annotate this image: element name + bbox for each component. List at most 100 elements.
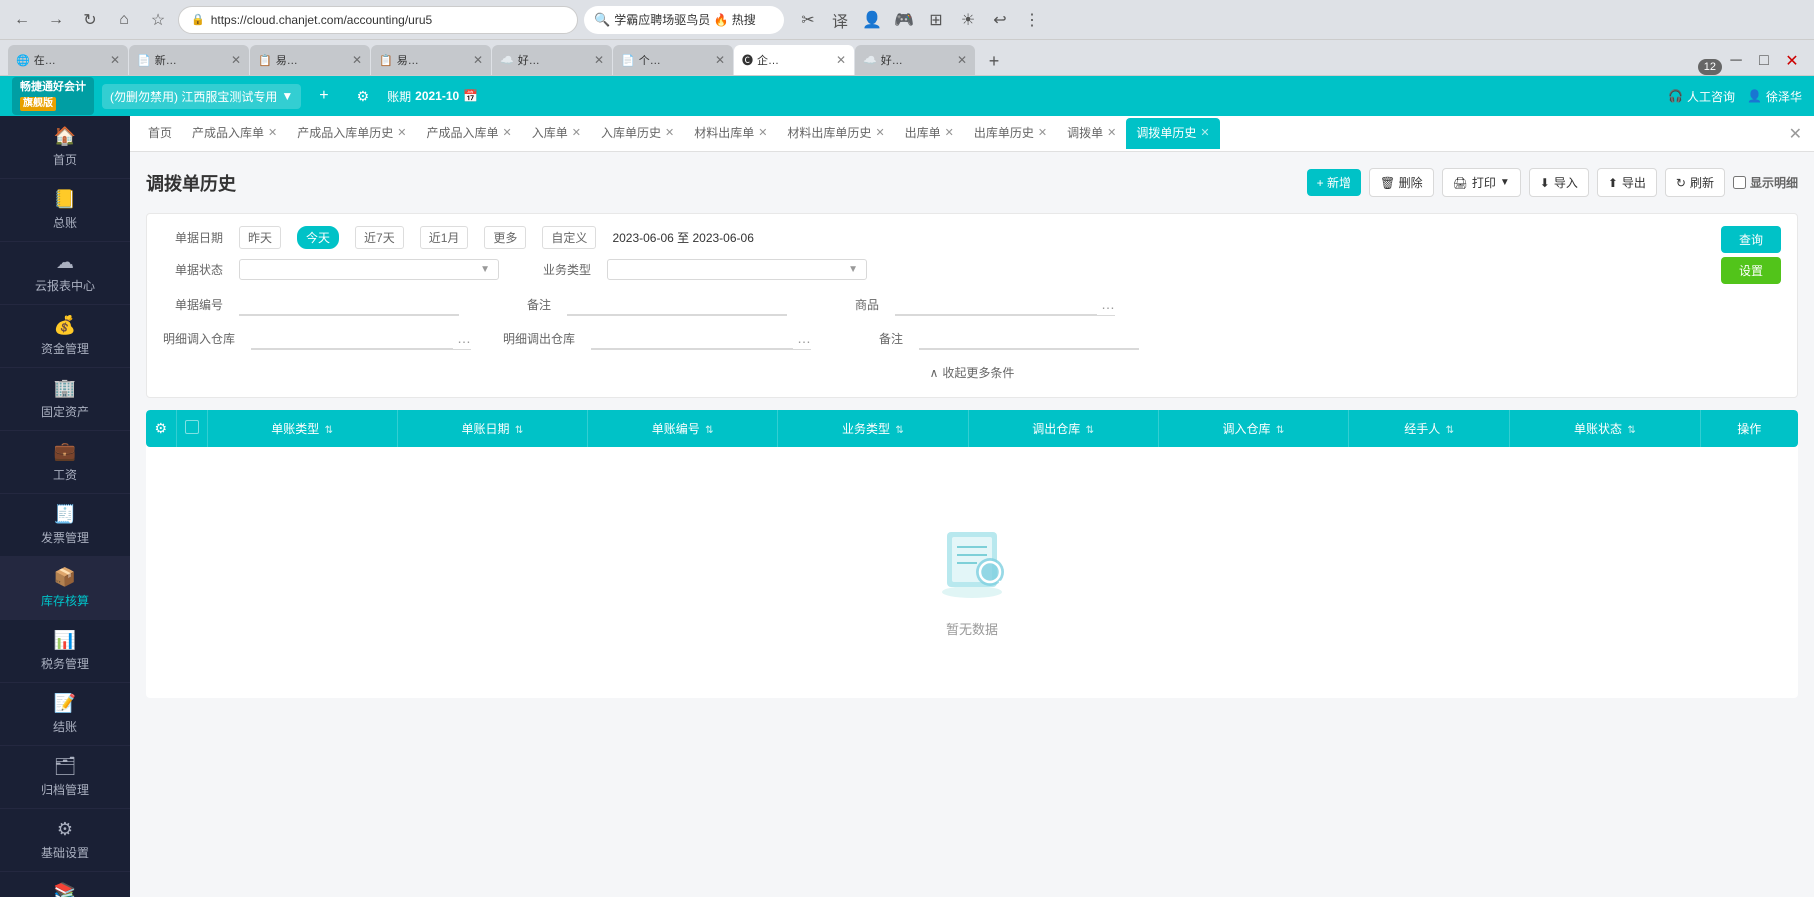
tab-close-transfer-history[interactable]: ✕ bbox=[1200, 126, 1209, 139]
tab-close-product-in-history[interactable]: ✕ bbox=[397, 126, 406, 139]
settings-gear-button[interactable]: ⚙ bbox=[347, 83, 380, 110]
sidebar-item-asset[interactable]: 🏢 固定资产 bbox=[0, 368, 130, 431]
tab-product-in-history[interactable]: 产成品入库单历史 ✕ bbox=[287, 118, 416, 149]
sun-button[interactable]: ☀ bbox=[954, 6, 982, 34]
tab-out[interactable]: 出库单 ✕ bbox=[895, 118, 964, 149]
remark-input[interactable] bbox=[567, 292, 787, 315]
browser-tab-4[interactable]: 📋 易… ✕ bbox=[371, 45, 491, 75]
new-button[interactable]: + 新增 bbox=[1307, 169, 1361, 196]
tab-in[interactable]: 入库单 ✕ bbox=[522, 118, 591, 149]
tab-close-in-history[interactable]: ✕ bbox=[665, 126, 674, 139]
goods-dots-icon[interactable]: … bbox=[1101, 296, 1115, 312]
th-out-warehouse-sort-icon[interactable]: ⇅ bbox=[1086, 425, 1094, 436]
th-type-sort-icon[interactable]: ⇅ bbox=[325, 425, 333, 436]
date-btn-1month[interactable]: 近1月 bbox=[420, 226, 469, 249]
add-company-button[interactable]: + bbox=[309, 82, 338, 110]
tab-product-in2[interactable]: 产成品入库单 ✕ bbox=[416, 118, 521, 149]
query-button[interactable]: 查询 bbox=[1721, 226, 1781, 253]
export-button[interactable]: ⬆ 导出 bbox=[1597, 168, 1657, 197]
detail-out-input[interactable] bbox=[591, 326, 793, 349]
tab-close-2[interactable]: ✕ bbox=[231, 53, 241, 67]
header-checkbox[interactable] bbox=[185, 420, 199, 434]
tab-close-out[interactable]: ✕ bbox=[945, 126, 954, 139]
tab-close-7[interactable]: ✕ bbox=[836, 53, 846, 67]
display-detail-toggle[interactable]: 显示明细 bbox=[1733, 174, 1798, 191]
tab-product-in[interactable]: 产成品入库单 ✕ bbox=[182, 118, 287, 149]
tab-in-history[interactable]: 入库单历史 ✕ bbox=[591, 118, 684, 149]
translate-button[interactable]: 译 bbox=[826, 6, 854, 34]
tab-transfer[interactable]: 调拨单 ✕ bbox=[1057, 118, 1126, 149]
date-btn-custom[interactable]: 自定义 bbox=[542, 226, 596, 249]
sidebar-item-invoice[interactable]: 🧾 发票管理 bbox=[0, 494, 130, 557]
browser-tab-2[interactable]: 📄 新… ✕ bbox=[129, 45, 249, 75]
detail-out-dots-icon[interactable]: … bbox=[797, 330, 811, 346]
company-selector[interactable]: (勿删勿禁用) 江西服宝测试专用 ▼ bbox=[102, 84, 301, 109]
tab-out-history[interactable]: 出库单历史 ✕ bbox=[964, 118, 1057, 149]
sidebar-item-wage[interactable]: 💼 工资 bbox=[0, 431, 130, 494]
tab-close-out-history[interactable]: ✕ bbox=[1038, 126, 1047, 139]
star-button[interactable]: ☆ bbox=[144, 6, 172, 34]
forward-button[interactable]: → bbox=[42, 6, 70, 34]
search-bar[interactable]: 🔍 学霸应聘场驱鸟员 🔥 热搜 bbox=[584, 6, 784, 34]
tab-close-in[interactable]: ✕ bbox=[572, 126, 581, 139]
status-select[interactable]: ▼ bbox=[239, 259, 499, 280]
tab-material-out[interactable]: 材料出库单 ✕ bbox=[684, 118, 777, 149]
address-bar[interactable]: 🔒 https://cloud.chanjet.com/accounting/u… bbox=[178, 6, 578, 34]
table-settings-button[interactable]: ⚙ bbox=[154, 420, 167, 437]
sidebar-item-settings[interactable]: ⚙ 基础设置 bbox=[0, 809, 130, 872]
settings-filter-button[interactable]: 设置 bbox=[1721, 257, 1781, 284]
new-tab-button[interactable]: + bbox=[980, 47, 1008, 75]
sidebar-item-report[interactable]: ☁ 云报表中心 bbox=[0, 242, 130, 305]
sidebar-item-tax[interactable]: 📊 税务管理 bbox=[0, 620, 130, 683]
refresh-button[interactable]: ↻ bbox=[76, 6, 104, 34]
th-handler-sort-icon[interactable]: ⇅ bbox=[1446, 425, 1454, 436]
tab-close-5[interactable]: ✕ bbox=[594, 53, 604, 67]
date-btn-yesterday[interactable]: 昨天 bbox=[239, 226, 281, 249]
th-in-warehouse-sort-icon[interactable]: ⇅ bbox=[1276, 425, 1284, 436]
refresh-button[interactable]: ↻ 刷新 bbox=[1665, 168, 1725, 197]
browser-tab-5[interactable]: ☁️ 好… ✕ bbox=[492, 45, 612, 75]
tabs-panel-close[interactable]: ✕ bbox=[1785, 124, 1806, 144]
doc-no-input[interactable] bbox=[239, 292, 459, 315]
tab-close-transfer[interactable]: ✕ bbox=[1107, 126, 1116, 139]
tab-close-1[interactable]: ✕ bbox=[110, 53, 120, 67]
tab-home[interactable]: 首页 bbox=[138, 118, 182, 149]
detail-in-dots-icon[interactable]: … bbox=[457, 330, 471, 346]
browser-tab-1[interactable]: 🌐 在… ✕ bbox=[8, 45, 128, 75]
browser-tab-8[interactable]: ☁️ 好… ✕ bbox=[855, 45, 975, 75]
tab-close-4[interactable]: ✕ bbox=[473, 53, 483, 67]
grid-button[interactable]: ⊞ bbox=[922, 6, 950, 34]
th-date-sort-icon[interactable]: ⇅ bbox=[515, 425, 523, 436]
th-biz-type-sort-icon[interactable]: ⇅ bbox=[895, 425, 903, 436]
tab-close-product-in2[interactable]: ✕ bbox=[503, 126, 512, 139]
calendar-icon[interactable]: 📅 bbox=[463, 89, 478, 103]
tab-close-material-out[interactable]: ✕ bbox=[758, 126, 767, 139]
maximize-button[interactable]: □ bbox=[1750, 47, 1778, 75]
sidebar-item-inventory[interactable]: 📦 库存核算 bbox=[0, 557, 130, 620]
back-button[interactable]: ← bbox=[8, 6, 36, 34]
tab-close-8[interactable]: ✕ bbox=[957, 53, 967, 67]
sidebar-item-ledger[interactable]: 📒 总账 bbox=[0, 179, 130, 242]
th-status-sort-icon[interactable]: ⇅ bbox=[1627, 425, 1635, 436]
home-button[interactable]: ⌂ bbox=[110, 6, 138, 34]
th-no-sort-icon[interactable]: ⇅ bbox=[705, 425, 713, 436]
display-detail-checkbox[interactable] bbox=[1733, 176, 1746, 189]
tab-close-6[interactable]: ✕ bbox=[715, 53, 725, 67]
sidebar-item-closing[interactable]: 📝 结账 bbox=[0, 683, 130, 746]
delete-button[interactable]: 🗑 删除 bbox=[1369, 168, 1434, 197]
import-button[interactable]: ⬇ 导入 bbox=[1529, 168, 1589, 197]
tab-close-product-in[interactable]: ✕ bbox=[268, 126, 277, 139]
date-btn-more[interactable]: 更多 bbox=[484, 226, 526, 249]
tab-transfer-history[interactable]: 调拨单历史 ✕ bbox=[1126, 118, 1219, 149]
goods-input[interactable] bbox=[895, 292, 1097, 315]
tab-close-3[interactable]: ✕ bbox=[352, 53, 362, 67]
print-button[interactable]: 🖨 打印 ▼ bbox=[1442, 168, 1521, 197]
sidebar-item-home[interactable]: 🏠 首页 bbox=[0, 116, 130, 179]
browser-tab-7[interactable]: 🅒 企… ✕ bbox=[734, 45, 854, 75]
date-btn-7days[interactable]: 近7天 bbox=[355, 226, 404, 249]
close-window-button[interactable]: ✕ bbox=[1778, 47, 1806, 75]
tab-material-out-history[interactable]: 材料出库单历史 ✕ bbox=[777, 118, 894, 149]
sidebar-item-fund[interactable]: 💰 资金管理 bbox=[0, 305, 130, 368]
games-button[interactable]: 🎮 bbox=[890, 6, 918, 34]
browser-tab-6[interactable]: 📄 个… ✕ bbox=[613, 45, 733, 75]
